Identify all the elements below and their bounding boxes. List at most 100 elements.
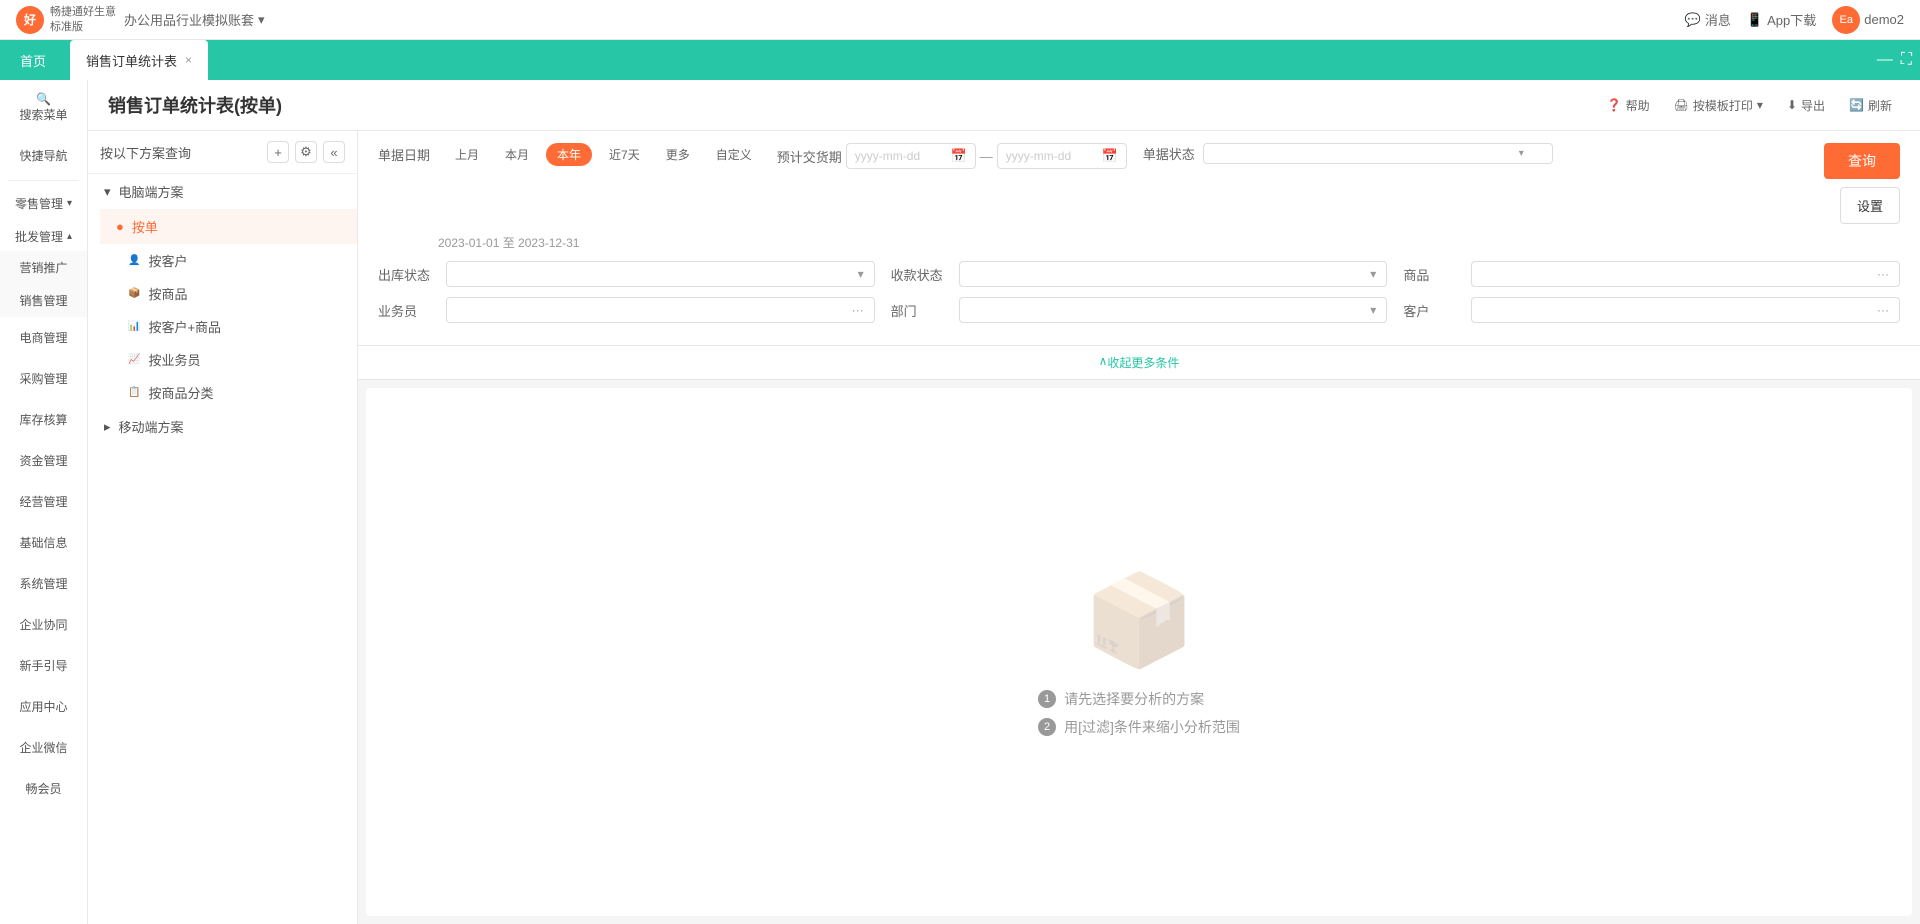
payment-status-label: 收款状态 bbox=[891, 265, 951, 284]
department-select[interactable]: ▾ bbox=[959, 297, 1388, 323]
logo-area: 好 畅捷通好生意 标准版 bbox=[16, 5, 116, 34]
status-select[interactable]: ▾ bbox=[1203, 143, 1553, 164]
goods-input[interactable]: ··· bbox=[1471, 261, 1900, 287]
salesperson-input[interactable]: ··· bbox=[446, 297, 875, 323]
collapse-panel-btn[interactable]: « bbox=[323, 141, 345, 163]
wholesale-submenu: 营销推广 销售管理 bbox=[0, 251, 87, 317]
customer-dots[interactable]: ··· bbox=[1877, 303, 1889, 317]
left-panel-header: 按以下方案查询 + ⚙ « bbox=[88, 131, 357, 174]
mobile-section-header[interactable]: ▸ 移动端方案 bbox=[88, 409, 357, 444]
date-this-month-btn[interactable]: 本月 bbox=[496, 143, 538, 166]
user-profile-btn[interactable]: Ea demo2 bbox=[1832, 6, 1904, 34]
app-download-btn[interactable]: 📱 App下载 bbox=[1747, 10, 1816, 29]
date-label: 单据日期 bbox=[378, 145, 438, 164]
query-btn[interactable]: 查询 bbox=[1824, 143, 1900, 179]
sidebar-item-marketing[interactable]: 营销推广 bbox=[0, 251, 87, 284]
pc-section-header[interactable]: ▾ 电脑端方案 bbox=[88, 174, 357, 209]
empty-tip-2: 2 用[过滤]条件来缩小分析范围 bbox=[1038, 717, 1240, 737]
date-more-btn[interactable]: 更多 bbox=[657, 143, 699, 166]
tab-home[interactable]: 首页 bbox=[0, 40, 66, 80]
scheme-by-order[interactable]: ● 按单 bbox=[100, 209, 357, 244]
sidebar-item-basic[interactable]: 基础信息 bbox=[0, 522, 87, 563]
sidebar-item-member[interactable]: 畅会员 bbox=[0, 768, 87, 809]
settings-scheme-btn[interactable]: ⚙ bbox=[295, 141, 317, 163]
sidebar-item-purchase[interactable]: 采购管理 bbox=[0, 358, 87, 399]
sidebar-item-operations[interactable]: 经营管理 bbox=[0, 481, 87, 522]
salesperson-cell: 业务员 ··· bbox=[378, 297, 875, 323]
sidebar-item-newbie[interactable]: 新手引导 bbox=[0, 645, 87, 686]
scheme-by-customer-product[interactable]: 📊 按客户+商品 bbox=[100, 310, 357, 343]
sidebar-divider bbox=[8, 180, 79, 181]
sidebar-item-sales[interactable]: 销售管理 bbox=[0, 284, 87, 317]
template-print-arrow-icon: ▾ bbox=[1757, 98, 1763, 112]
content-area: 销售订单统计表(按单) ❓ 帮助 🖨 按模板打印 ▾ ⬇ 导出 🔄 刷新 bbox=[88, 80, 1920, 924]
tip-1-number: 1 bbox=[1038, 690, 1056, 708]
sidebar-group-wholesale: 批发管理 ▴ 营销推广 销售管理 bbox=[0, 218, 87, 317]
collapse-icon: ∧ bbox=[1099, 354, 1108, 371]
sidebar-item-wholesale[interactable]: 批发管理 ▴ bbox=[0, 218, 87, 251]
retail-arrow-icon: ▾ bbox=[67, 198, 72, 209]
empty-tips: 1 请先选择要分析的方案 2 用[过滤]条件来缩小分析范围 bbox=[1038, 689, 1240, 737]
tabbar: 首页 销售订单统计表 × — ⛶ bbox=[0, 40, 1920, 80]
window-minimize-btn[interactable]: — bbox=[1877, 51, 1893, 69]
scheme-by-customer[interactable]: 👤 按客户 bbox=[100, 244, 357, 277]
customer-label: 客户 bbox=[1403, 301, 1463, 320]
date-buttons: 上月 本月 本年 近7天 更多 自定义 bbox=[446, 143, 761, 166]
product-scheme-icon: 📦 bbox=[128, 288, 140, 299]
salesperson-dots[interactable]: ··· bbox=[852, 303, 864, 317]
help-btn[interactable]: ❓ 帮助 bbox=[1599, 93, 1658, 118]
date-this-year-btn[interactable]: 本年 bbox=[546, 143, 592, 166]
department-cell: 部门 ▾ bbox=[891, 297, 1388, 323]
sidebar-item-enterprise[interactable]: 企业协同 bbox=[0, 604, 87, 645]
scheme-by-salesperson[interactable]: 📈 按业务员 bbox=[100, 343, 357, 376]
logo-text: 畅捷通好生意 标准版 bbox=[50, 5, 116, 34]
sidebar-item-system[interactable]: 系统管理 bbox=[0, 563, 87, 604]
sidebar-item-ecommerce[interactable]: 电商管理 bbox=[0, 317, 87, 358]
sidebar-item-retail[interactable]: 零售管理 ▾ bbox=[0, 185, 87, 218]
add-scheme-btn[interactable]: + bbox=[267, 141, 289, 163]
sidebar-item-appstore[interactable]: 应用中心 bbox=[0, 686, 87, 727]
settings-btn[interactable]: 设置 bbox=[1840, 187, 1900, 224]
payment-status-select[interactable]: ▾ bbox=[959, 261, 1388, 287]
app-download-icon: 📱 bbox=[1747, 12, 1763, 28]
scheme-by-product[interactable]: 📦 按商品 bbox=[100, 277, 357, 310]
goods-dots[interactable]: ··· bbox=[1877, 267, 1889, 281]
date-last-7days-btn[interactable]: 近7天 bbox=[600, 143, 649, 166]
status-label: 单据状态 bbox=[1143, 144, 1195, 163]
delivery-end-date-input[interactable]: yyyy-mm-dd 📅 bbox=[997, 143, 1127, 169]
print-icon: 🖨 bbox=[1674, 98, 1689, 112]
tab-close-icon[interactable]: × bbox=[185, 53, 192, 67]
left-panel: 按以下方案查询 + ⚙ « ▾ 电脑端方案 ● 按单 bbox=[88, 131, 358, 924]
refresh-btn[interactable]: 🔄 刷新 bbox=[1841, 93, 1900, 118]
sidebar-item-search[interactable]: 🔍 搜索菜单 bbox=[0, 80, 87, 135]
collapse-bar[interactable]: ∧ 收起更多条件 bbox=[358, 346, 1920, 380]
sidebar-item-finance[interactable]: 资金管理 bbox=[0, 440, 87, 481]
active-scheme-icon: ● bbox=[116, 219, 124, 234]
date-custom-btn[interactable]: 自定义 bbox=[707, 143, 761, 166]
export-btn[interactable]: ⬇ 导出 bbox=[1779, 93, 1833, 118]
message-btn[interactable]: 💬 消息 bbox=[1685, 10, 1731, 29]
breadcrumb[interactable]: 办公用品行业模拟账套 ▾ bbox=[124, 10, 265, 29]
pc-scheme-tree: ● 按单 👤 按客户 📦 按商品 📊 按客户+商品 bbox=[88, 209, 357, 409]
template-print-btn[interactable]: 🖨 按模板打印 ▾ bbox=[1666, 93, 1771, 118]
empty-state: 📦 1 请先选择要分析的方案 2 用[过滤]条件来缩小分析范围 bbox=[366, 388, 1912, 916]
window-maximize-btn[interactable]: ⛶ bbox=[1901, 51, 1912, 69]
salesperson-label: 业务员 bbox=[378, 301, 438, 320]
delivery-start-date-input[interactable]: yyyy-mm-dd 📅 bbox=[846, 143, 976, 169]
date-last-month-btn[interactable]: 上月 bbox=[446, 143, 488, 166]
tabbar-right: — ⛶ bbox=[1877, 51, 1920, 69]
sidebar-item-quicknav[interactable]: 快捷导航 bbox=[0, 135, 87, 176]
tab-sales-order-stats[interactable]: 销售订单统计表 × bbox=[70, 40, 208, 80]
delivery-status-cell: 出库状态 ▾ bbox=[378, 261, 875, 287]
sidebar-item-inventory[interactable]: 库存核算 bbox=[0, 399, 87, 440]
sidebar-item-corpwechat[interactable]: 企业微信 bbox=[0, 727, 87, 768]
tip-2-number: 2 bbox=[1038, 718, 1056, 736]
payment-status-cell: 收款状态 ▾ bbox=[891, 261, 1388, 287]
page-header: 销售订单统计表(按单) ❓ 帮助 🖨 按模板打印 ▾ ⬇ 导出 🔄 刷新 bbox=[88, 80, 1920, 131]
calendar-start-icon: 📅 bbox=[951, 148, 967, 164]
sidebar-group-retail: 零售管理 ▾ bbox=[0, 185, 87, 218]
customer-input[interactable]: ··· bbox=[1471, 297, 1900, 323]
date-separator: — bbox=[980, 149, 993, 164]
delivery-status-select[interactable]: ▾ bbox=[446, 261, 875, 287]
scheme-by-category[interactable]: 📋 按商品分类 bbox=[100, 376, 357, 409]
